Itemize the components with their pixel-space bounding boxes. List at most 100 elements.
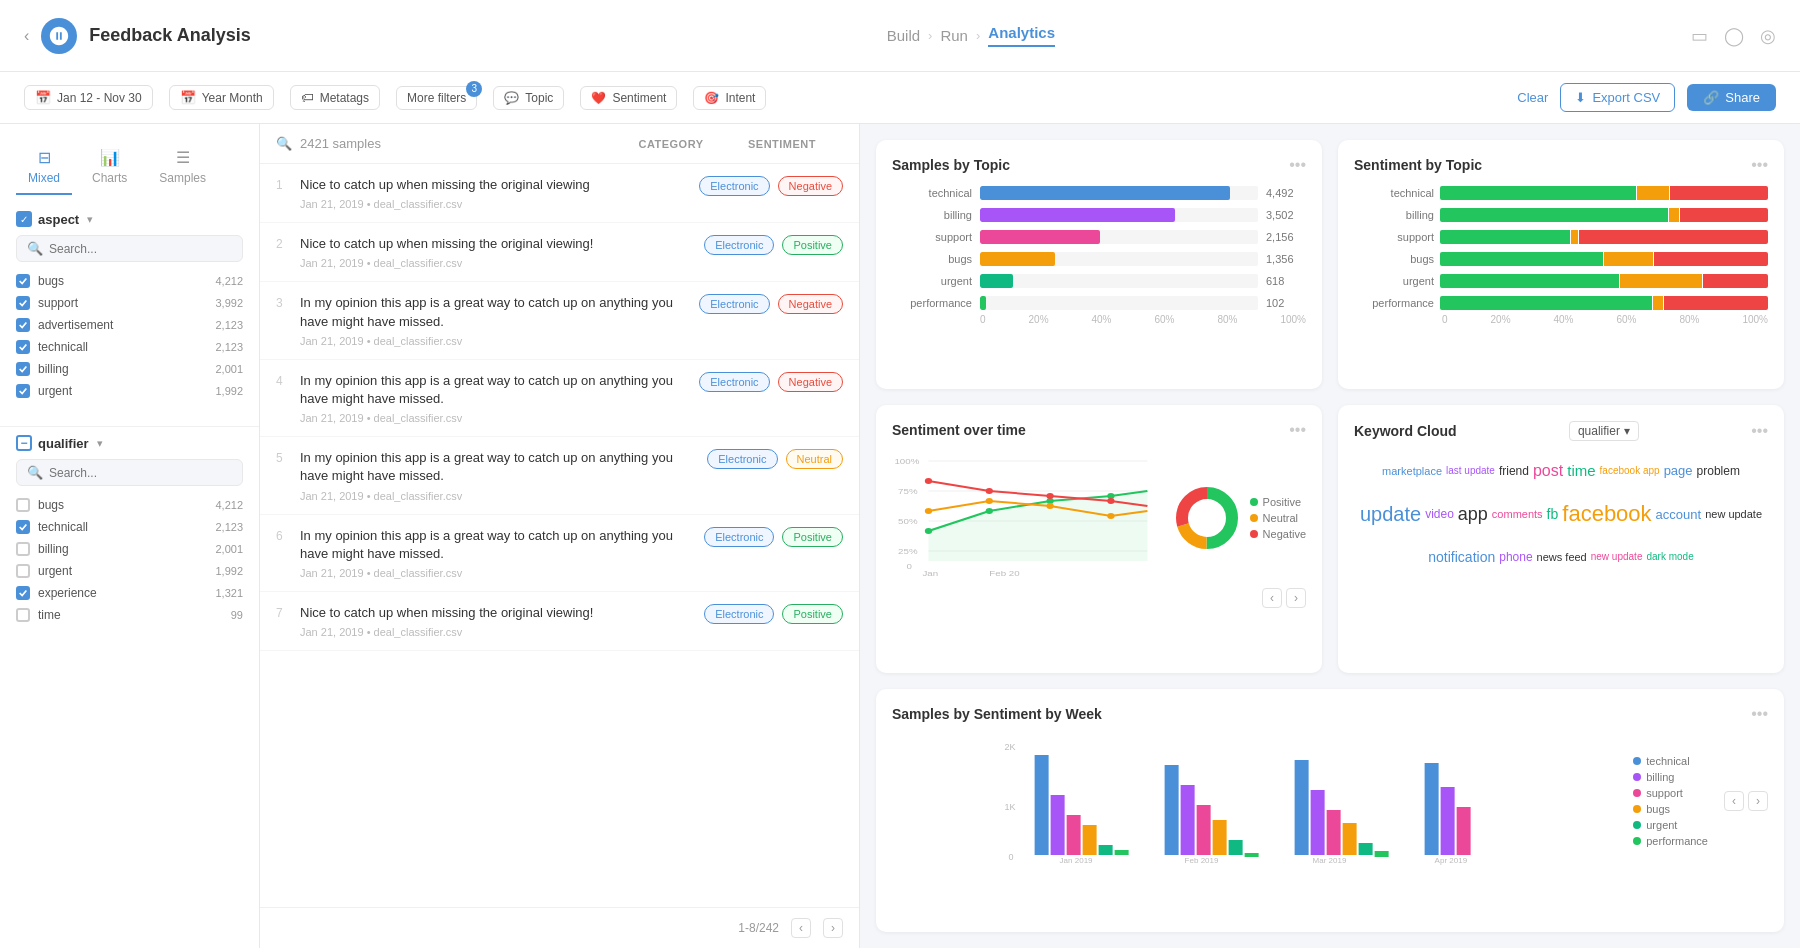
tab-samples[interactable]: ☰ Samples <box>147 140 218 195</box>
qualifier-check[interactable] <box>16 542 30 556</box>
aspect-item[interactable]: billing 2,001 <box>16 358 243 380</box>
prev-time-button[interactable]: ‹ <box>1262 588 1282 608</box>
aspect-check[interactable] <box>16 340 30 354</box>
table-row[interactable]: 5 In my opinion this app is a great way … <box>260 437 859 514</box>
back-button[interactable]: ‹ <box>24 27 29 45</box>
sentiment-filter[interactable]: ❤️ Sentiment <box>580 86 677 110</box>
topic-value: 3,502 <box>1266 209 1306 221</box>
aspect-item[interactable]: bugs 4,212 <box>16 270 243 292</box>
qualifier-check[interactable] <box>16 498 30 512</box>
qualifier-item[interactable]: time 99 <box>16 604 243 626</box>
keyword-word[interactable]: fb <box>1547 506 1559 522</box>
aspect-item[interactable]: support 3,992 <box>16 292 243 314</box>
week-legend-label: urgent <box>1646 819 1677 831</box>
aspect-check[interactable] <box>16 274 30 288</box>
share-button[interactable]: 🔗 Share <box>1687 84 1776 111</box>
qualifier-item[interactable]: technicall 2,123 <box>16 516 243 538</box>
nav-build[interactable]: Build <box>887 27 920 44</box>
nav-run[interactable]: Run <box>940 27 968 44</box>
prev-week-button[interactable]: ‹ <box>1724 791 1744 811</box>
keyword-word[interactable]: marketplace <box>1382 465 1442 477</box>
keyword-word[interactable]: facebook <box>1562 501 1651 527</box>
aspect-checkbox[interactable]: ✓ <box>16 211 32 227</box>
qualifier-checkbox[interactable]: − <box>16 435 32 451</box>
keyword-word[interactable]: page <box>1664 463 1693 478</box>
sentiment-by-topic-menu[interactable]: ••• <box>1751 156 1768 174</box>
aspect-item[interactable]: technicall 2,123 <box>16 336 243 358</box>
keyword-cloud-menu[interactable]: ••• <box>1751 422 1768 440</box>
table-row[interactable]: 2 Nice to catch up when missing the orig… <box>260 223 859 282</box>
tab-mixed[interactable]: ⊟ Mixed <box>16 140 72 195</box>
qualifier-search[interactable]: 🔍 <box>16 459 243 486</box>
qualifier-item[interactable]: urgent 1,992 <box>16 560 243 582</box>
table-row[interactable]: 3 In my opinion this app is a great way … <box>260 282 859 359</box>
sent-bar-wrap <box>1440 296 1768 310</box>
qualifier-check[interactable] <box>16 586 30 600</box>
metatags-filter[interactable]: 🏷 Metatags <box>290 85 380 110</box>
keyword-word[interactable]: phone <box>1499 550 1532 564</box>
aspect-check[interactable] <box>16 362 30 376</box>
qualifier-search-input[interactable] <box>49 466 232 480</box>
qualifier-item[interactable]: bugs 4,212 <box>16 494 243 516</box>
qualifier-item[interactable]: experience 1,321 <box>16 582 243 604</box>
clear-button[interactable]: Clear <box>1517 90 1548 105</box>
prev-page-button[interactable]: ‹ <box>791 918 811 938</box>
keyword-word[interactable]: problem <box>1697 464 1740 478</box>
tab-mixed-label: Mixed <box>28 171 60 185</box>
table-row[interactable]: 7 Nice to catch up when missing the orig… <box>260 592 859 651</box>
keyword-word[interactable]: app <box>1458 504 1488 525</box>
table-row[interactable]: 4 In my opinion this app is a great way … <box>260 360 859 437</box>
aspect-search[interactable]: 🔍 <box>16 235 243 262</box>
export-icon: ⬇ <box>1575 90 1586 105</box>
copy-icon[interactable]: ▭ <box>1691 25 1708 47</box>
qualifier-check[interactable] <box>16 520 30 534</box>
next-time-button[interactable]: › <box>1286 588 1306 608</box>
year-month-filter[interactable]: 📅 Year Month <box>169 85 274 110</box>
keyword-word[interactable]: notification <box>1428 549 1495 565</box>
table-row[interactable]: 1 Nice to catch up when missing the orig… <box>260 164 859 223</box>
keyword-word[interactable]: account <box>1656 507 1702 522</box>
aspect-item[interactable]: urgent 1,992 <box>16 380 243 402</box>
keyword-word[interactable]: post <box>1533 462 1563 480</box>
samples-by-topic-menu[interactable]: ••• <box>1289 156 1306 174</box>
keyword-word[interactable]: facebook app <box>1600 465 1660 476</box>
nav-analytics[interactable]: Analytics <box>988 24 1055 47</box>
keyword-word[interactable]: news feed <box>1537 551 1587 563</box>
next-page-button[interactable]: › <box>823 918 843 938</box>
next-week-button[interactable]: › <box>1748 791 1768 811</box>
topic-filter[interactable]: 💬 Topic <box>493 86 564 110</box>
table-row[interactable]: 6 In my opinion this app is a great way … <box>260 515 859 592</box>
row-content: Nice to catch up when missing the origin… <box>300 235 696 269</box>
user-icon[interactable]: ◎ <box>1760 25 1776 47</box>
keyword-word[interactable]: friend <box>1499 464 1529 478</box>
qualifier-header[interactable]: − qualifier ▾ <box>16 435 243 451</box>
aspect-check[interactable] <box>16 318 30 332</box>
date-range-filter[interactable]: 📅 Jan 12 - Nov 30 <box>24 85 153 110</box>
export-button[interactable]: ⬇ Export CSV <box>1560 83 1675 112</box>
more-filters[interactable]: More filters 3 <box>396 86 477 110</box>
sent-axis: 020%40%60%80%100% <box>1354 314 1768 325</box>
samples-by-week-menu[interactable]: ••• <box>1751 705 1768 723</box>
aspect-check[interactable] <box>16 296 30 310</box>
sentiment-over-time-menu[interactable]: ••• <box>1289 421 1306 439</box>
keyword-word[interactable]: new update <box>1591 551 1643 562</box>
aspect-check[interactable] <box>16 384 30 398</box>
aspect-search-input[interactable] <box>49 242 232 256</box>
qualifier-item[interactable]: billing 2,001 <box>16 538 243 560</box>
qualifier-check[interactable] <box>16 564 30 578</box>
settings-icon[interactable]: ◯ <box>1724 25 1744 47</box>
keyword-word[interactable]: time <box>1567 462 1595 479</box>
keyword-word[interactable]: video <box>1425 507 1454 521</box>
keyword-word[interactable]: update <box>1360 503 1421 526</box>
aspect-item[interactable]: advertisement 2,123 <box>16 314 243 336</box>
topic-value: 618 <box>1266 275 1306 287</box>
keyword-word[interactable]: comments <box>1492 508 1543 520</box>
intent-filter[interactable]: 🎯 Intent <box>693 86 766 110</box>
tab-charts[interactable]: 📊 Charts <box>80 140 139 195</box>
keyword-word[interactable]: last update <box>1446 465 1495 476</box>
qualifier-check[interactable] <box>16 608 30 622</box>
keyword-word[interactable]: dark mode <box>1646 551 1693 562</box>
keyword-dropdown[interactable]: qualifier ▾ <box>1569 421 1639 441</box>
keyword-word[interactable]: new update <box>1705 508 1762 520</box>
aspect-header[interactable]: ✓ aspect ▾ <box>16 211 243 227</box>
